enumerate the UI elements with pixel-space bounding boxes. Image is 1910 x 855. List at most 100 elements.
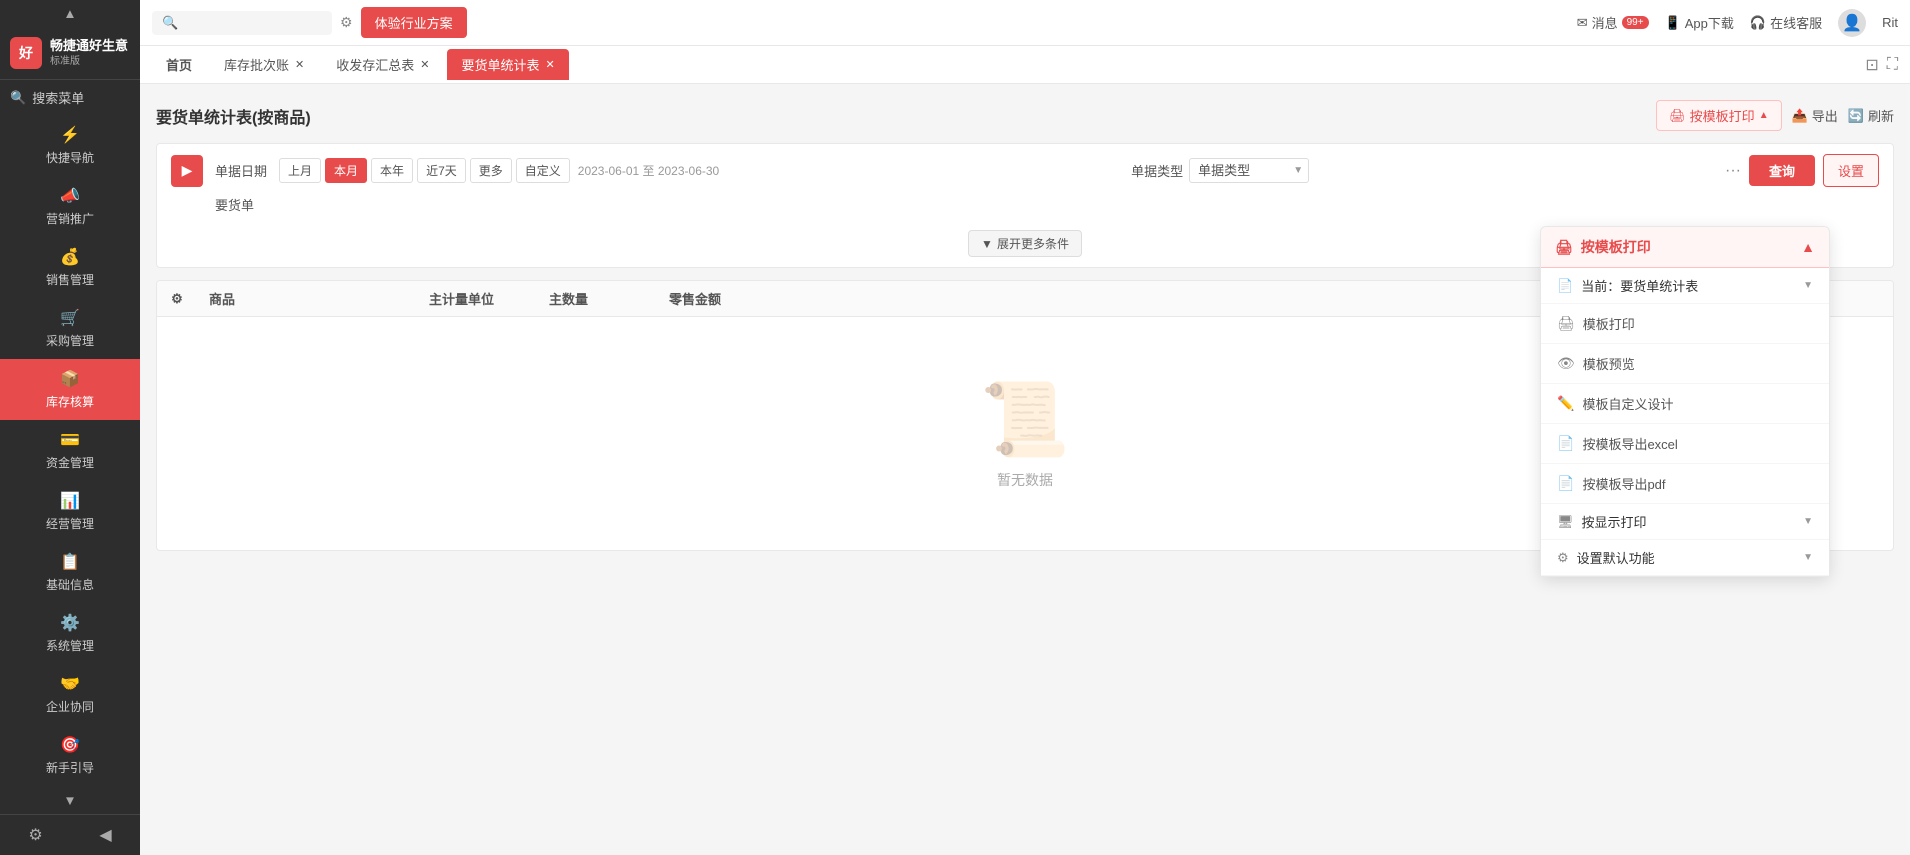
tabs-expand-icon[interactable]: ⊡ [1865,55,1878,75]
column-settings-icon[interactable]: ⚙ [171,291,183,307]
app-download-icon: 📱 [1665,15,1681,31]
expand-more-button[interactable]: ▼ 展开更多条件 [968,230,1082,257]
template-preview-label: 模板预览 [1583,354,1635,373]
export-excel-icon: 📄 [1557,435,1574,452]
purchase-label: 采购管理 [46,332,94,349]
sidebar-item-basic[interactable]: 📋 基础信息 [0,542,140,603]
date-btn-this-year[interactable]: 本年 [371,158,413,183]
tab-receipt-summary[interactable]: 收发存汇总表 ✕ [322,49,443,80]
expand-more-label: 展开更多条件 [997,235,1069,252]
sidebar-item-operation[interactable]: 📊 经营管理 [0,481,140,542]
sidebar-item-system[interactable]: ⚙️ 系统管理 [0,603,140,664]
filter-toggle-button[interactable]: ▶ [171,155,203,187]
date-options-group: 上月 本月 本年 近7天 更多 自定义 2023-06-01 至 2023-06… [279,158,719,183]
doc-type-select[interactable]: 单据类型 [1189,158,1309,183]
edition-label: 标准版 [50,55,128,68]
export-button[interactable]: 📤 导出 [1792,106,1838,125]
date-btn-7days[interactable]: 近7天 [417,158,466,183]
enterprise-icon: 🤝 [60,674,80,694]
display-print-item[interactable]: 🖥 按显示打印 ▼ [1541,504,1829,540]
date-btn-this-month[interactable]: 本月 [325,158,367,183]
dropdown-item-export-excel[interactable]: 📄 按模板导出excel [1541,424,1829,464]
sidebar-item-sales[interactable]: 💰 销售管理 [0,237,140,298]
date-btn-last-month[interactable]: 上月 [279,158,321,183]
doc-type-select-wrapper: 单据类型 ▼ [1189,158,1309,183]
dropdown-item-template-preview[interactable]: 👁 模板预览 [1541,344,1829,384]
settings-button[interactable]: 设置 [1823,154,1879,187]
print-template-button[interactable]: 🖨 按模板打印 ▲ [1656,100,1781,131]
date-filter-label: 单据日期 [215,161,267,180]
default-func-icon: ⚙ [1557,550,1569,566]
inventory-icon: 📦 [60,369,80,389]
sidebar-item-marketing[interactable]: 📣 营销推广 [0,176,140,237]
dropdown-close-button[interactable]: ▲ [1801,239,1815,255]
username-label[interactable]: Rit [1882,15,1898,30]
message-icon: ✉ [1577,15,1588,31]
sidebar-item-guide[interactable]: 🎯 新手引导 [0,725,140,786]
online-service-button[interactable]: 🎧 在线客服 [1750,13,1822,32]
sidebar-item-enterprise[interactable]: 🤝 企业协同 [0,664,140,725]
dropdown-item-template-design[interactable]: ✏️ 模板自定义设计 [1541,384,1829,424]
dropdown-item-template-print[interactable]: 🖨 模板打印 [1541,304,1829,344]
col-quantity: 主数量 [537,289,657,308]
sidebar-item-quick-nav[interactable]: ⚡ 快捷导航 [0,115,140,176]
expand-chevron-icon: ▼ [981,237,993,251]
tab-receipt-summary-close[interactable]: ✕ [420,58,429,71]
col-settings[interactable]: ⚙ [157,291,197,307]
sidebar-scroll-down[interactable]: ▼ [59,789,80,812]
price-col-label: 零售金额 [669,292,721,307]
settings-bottom-icon[interactable]: ⚙ [28,825,42,845]
tab-order-stats[interactable]: 要货单统计表 ✕ [447,49,568,80]
topbar-actions: ✉ 消息 99+ 📱 App下载 🎧 在线客服 👤 Rit [1577,9,1898,37]
tab-inventory-batch[interactable]: 库存批次账 ✕ [210,49,318,80]
tab-order-stats-close[interactable]: ✕ [546,58,555,71]
finance-icon: 💳 [60,430,80,450]
query-button[interactable]: 查询 [1749,155,1815,186]
sidebar-scroll-up[interactable]: ▲ [59,2,80,25]
tab-inventory-batch-close[interactable]: ✕ [295,58,304,71]
filter-row-1: ▶ 单据日期 上月 本月 本年 近7天 更多 自定义 2023-06-01 至 … [171,154,1879,187]
system-label: 系统管理 [46,637,94,654]
print-template-label: 按模板打印 [1690,106,1755,125]
topbar-search-icon: 🔍 [162,15,178,31]
default-func-item[interactable]: ⚙ 设置默认功能 ▼ [1541,540,1829,576]
sidebar-item-purchase[interactable]: 🛒 采购管理 [0,298,140,359]
main-area: 🔍 ⚙ 体验行业方案 ✉ 消息 99+ 📱 App下载 🎧 在线客服 👤 Rit [140,0,1910,855]
app-download-button[interactable]: 📱 App下载 [1665,13,1734,32]
message-button[interactable]: ✉ 消息 99+ [1577,13,1649,32]
sidebar-search[interactable]: 🔍 搜索菜单 [0,80,140,115]
default-func-chevron: ▼ [1803,552,1813,563]
purchase-icon: 🛒 [60,308,80,328]
template-print-icon: 🖨 [1557,315,1575,332]
tab-receipt-summary-label: 收发存汇总表 [336,55,414,74]
date-btn-custom[interactable]: 自定义 [516,158,570,183]
sidebar-item-finance[interactable]: 💳 资金管理 [0,420,140,481]
more-options-icon[interactable]: ··· [1725,162,1741,180]
tabs-bar: 首页 库存批次账 ✕ 收发存汇总表 ✕ 要货单统计表 ✕ ⊡ ⛶ [140,46,1910,84]
refresh-icon: 🔄 [1848,108,1864,124]
user-avatar[interactable]: 👤 [1838,9,1866,37]
industry-solution-button[interactable]: 体验行业方案 [361,7,467,38]
topbar-search-input[interactable] [182,16,302,30]
current-template-item[interactable]: 📄 当前：要货单统计表 ▼ [1541,268,1829,304]
current-template-icon: 📄 [1557,278,1573,294]
sidebar-item-inventory[interactable]: 📦 库存核算 [0,359,140,420]
topbar-gear-icon[interactable]: ⚙ [340,14,353,31]
current-template-chevron: ▼ [1803,280,1813,291]
logo-icon: 好 [10,37,42,69]
export-pdf-icon: 📄 [1557,475,1574,492]
current-template-label: 当前：要货单统计表 [1581,276,1698,295]
dropdown-item-export-pdf[interactable]: 📄 按模板导出pdf [1541,464,1829,504]
tab-home[interactable]: 首页 [152,49,206,80]
inventory-label: 库存核算 [46,393,94,410]
display-print-icon: 🖥 [1557,514,1574,530]
tabs-fullscreen-icon[interactable]: ⛶ [1887,56,1898,74]
brand-name: 畅捷通好生意 [50,38,128,55]
date-btn-more[interactable]: 更多 [470,158,512,183]
template-print-label: 模板打印 [1583,314,1635,333]
export-icon: 📤 [1792,108,1808,124]
empty-illustration: 📜 [980,377,1070,462]
refresh-button[interactable]: 🔄 刷新 [1848,106,1894,125]
collapse-sidebar-icon[interactable]: ◀ [99,825,111,845]
dropdown-title: 🖨 按模板打印 [1555,237,1651,257]
